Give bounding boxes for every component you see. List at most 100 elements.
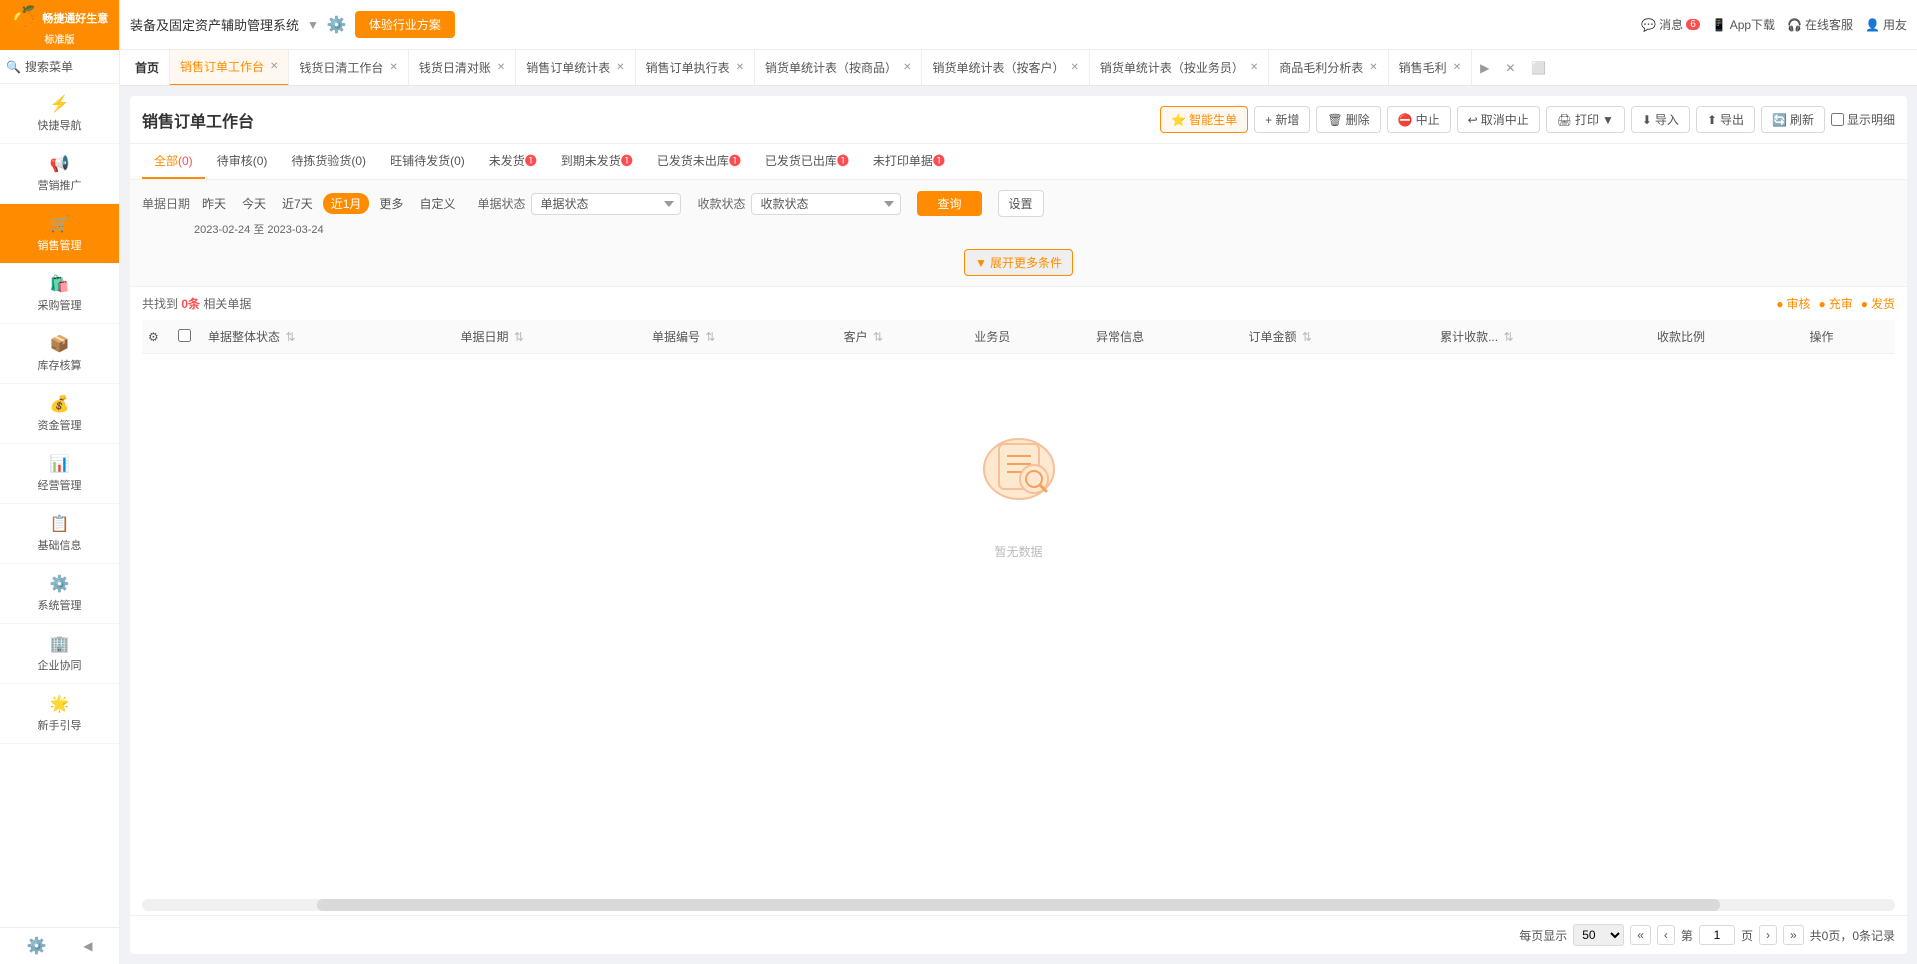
horizontal-scrollbar[interactable]	[142, 899, 1895, 911]
prev-page-btn[interactable]: ‹	[1657, 925, 1675, 945]
tab-more-btn[interactable]: ▶	[1472, 61, 1497, 75]
refresh-btn[interactable]: 🔄 刷新	[1761, 106, 1825, 133]
add-btn[interactable]: + 新增	[1254, 106, 1310, 133]
export-btn[interactable]: ⬆ 导出	[1696, 106, 1755, 133]
sidebar-item-marketing[interactable]: 📢 营销推广	[0, 144, 119, 204]
tab-close-sales-gross[interactable]: ✕	[1453, 62, 1461, 73]
subtab-pending-check[interactable]: 待拣货验货(0)	[279, 144, 378, 179]
tab-close-cash-reconcile[interactable]: ✕	[497, 62, 505, 73]
subtab-not-printed[interactable]: 未打印单据❶	[861, 144, 957, 179]
total-count: 0条	[181, 297, 200, 311]
tab-margin-analysis[interactable]: 商品毛利分析表 ✕	[1269, 50, 1388, 86]
subtab-all[interactable]: 全部(0)	[142, 144, 205, 179]
subtab-wangpu[interactable]: 旺铺待发货(0)	[378, 144, 477, 179]
smart-btn[interactable]: ⭐ 智能生单	[1160, 106, 1248, 133]
sidebar-item-basic[interactable]: 📋 基础信息	[0, 504, 119, 564]
sort-amount-icon[interactable]: ⇅	[1302, 330, 1312, 344]
sidebar-item-system[interactable]: ⚙️ 系统管理	[0, 564, 119, 624]
tab-close-sales-workorder[interactable]: ✕	[270, 61, 278, 72]
status-select[interactable]: 单据状态	[531, 193, 681, 215]
tab-home[interactable]: 首页	[125, 50, 170, 86]
th-settings[interactable]: ⚙	[142, 320, 172, 354]
stop-btn[interactable]: ⛔ 中止	[1387, 106, 1451, 133]
settings-icon[interactable]: ⚙️	[26, 936, 46, 956]
tab-close-sales-by-staff[interactable]: ✕	[1250, 62, 1258, 73]
tab-sales-by-customer[interactable]: 销货单统计表（按客户） ✕	[922, 50, 1089, 86]
ship-btn[interactable]: ● 发货	[1861, 295, 1895, 312]
tab-close-sales-by-product[interactable]: ✕	[903, 62, 911, 73]
subtab-pending-review[interactable]: 待审核(0)	[205, 144, 280, 179]
subtab-not-shipped[interactable]: 未发货❶	[477, 144, 549, 179]
cancel-stop-btn[interactable]: ↩ 取消中止	[1457, 106, 1540, 133]
per-page-select[interactable]: 50 10 20 100	[1573, 924, 1624, 946]
date-btn-yesterday[interactable]: 昨天	[196, 193, 232, 214]
tab-cash-reconcile[interactable]: 钱货日清对账 ✕	[409, 50, 516, 86]
date-btn-custom[interactable]: 自定义	[413, 193, 461, 214]
tab-sales-exec[interactable]: 销售订单执行表 ✕	[636, 50, 755, 86]
tab-close-sales-exec[interactable]: ✕	[736, 62, 744, 73]
message-btn[interactable]: 💬 消息 6	[1641, 16, 1700, 33]
sort-customer-icon[interactable]: ⇅	[873, 330, 883, 344]
sidebar-item-sales[interactable]: 🛒 销售管理	[0, 204, 119, 264]
sidebar-item-finance[interactable]: 💰 资金管理	[0, 384, 119, 444]
app-download-btn[interactable]: 📱 App下载	[1712, 16, 1775, 33]
user-btn[interactable]: 👤 用友	[1865, 16, 1907, 33]
tab-close-cash-daily[interactable]: ✕	[389, 62, 397, 73]
table-toolbar: 共找到 0条 相关单据 ● 审核 ● 充审	[142, 287, 1895, 320]
sidebar-item-newbie[interactable]: 🌟 新手引导	[0, 684, 119, 744]
date-btn-more[interactable]: 更多	[373, 193, 409, 214]
show-detail-input[interactable]	[1831, 113, 1844, 126]
tab-sales-workorder[interactable]: 销售订单工作台 ✕	[170, 50, 289, 86]
filter-row-1: 单据日期 昨天 今天 近7天 近1月 更多 自定义 单据状态	[142, 190, 1895, 217]
online-service-btn[interactable]: 🎧 在线客服	[1787, 16, 1853, 33]
gear-icon[interactable]: ⚙️	[327, 15, 347, 35]
subtab-shipped-not-out[interactable]: 已发货未出库❶	[645, 144, 753, 179]
subtab-shipped-out[interactable]: 已发货已出库❶	[753, 144, 861, 179]
sort-date-icon[interactable]: ⇅	[514, 330, 524, 344]
select-all-checkbox[interactable]	[178, 329, 191, 342]
first-page-btn[interactable]: «	[1630, 925, 1651, 945]
tab-close-sales-stats[interactable]: ✕	[616, 62, 624, 73]
page-input[interactable]	[1699, 925, 1735, 945]
sidebar-footer: ⚙️ ◀	[0, 927, 119, 964]
delete-btn[interactable]: 🗑 删除	[1316, 106, 1380, 133]
trial-btn[interactable]: 体验行业方案	[355, 11, 455, 38]
payment-select[interactable]: 收款状态	[751, 193, 901, 215]
query-btn[interactable]: 查询	[917, 191, 981, 216]
audit-btn[interactable]: ● 审核	[1776, 295, 1810, 312]
next-page-btn[interactable]: ›	[1759, 925, 1777, 945]
tab-close-sales-by-customer[interactable]: ✕	[1070, 62, 1078, 73]
date-btn-1month[interactable]: 近1月	[323, 193, 370, 214]
sidebar-search[interactable]: 🔍 搜索菜单	[0, 50, 119, 84]
sidebar-item-operations[interactable]: 📊 经营管理	[0, 444, 119, 504]
print-btn[interactable]: 🖨 打印 ▼	[1546, 106, 1625, 133]
tab-sales-by-staff[interactable]: 销货单统计表（按业务员） ✕	[1090, 50, 1269, 86]
sort-received-icon[interactable]: ⇅	[1503, 330, 1513, 344]
tab-cash-daily[interactable]: 钱货日清工作台 ✕	[289, 50, 408, 86]
tab-sales-gross[interactable]: 销售毛利 ✕	[1389, 50, 1472, 86]
settings-btn[interactable]: 设置	[998, 190, 1044, 217]
th-checkbox[interactable]	[172, 320, 202, 354]
tab-close-all[interactable]: ✕	[1497, 61, 1523, 75]
collapse-icon[interactable]: ◀	[83, 939, 92, 953]
subtab-overdue[interactable]: 到期未发货❶	[549, 144, 645, 179]
sidebar-item-inventory[interactable]: 📦 库存核算	[0, 324, 119, 384]
sidebar-item-purchase[interactable]: 🛍️ 采购管理	[0, 264, 119, 324]
dropdown-icon[interactable]: ▼	[307, 18, 319, 32]
revoke-btn[interactable]: ● 充审	[1818, 295, 1852, 312]
sort-number-icon[interactable]: ⇅	[705, 330, 715, 344]
last-page-btn[interactable]: »	[1783, 925, 1804, 945]
expand-conditions-btn[interactable]: ▼ 展开更多条件	[964, 249, 1073, 276]
date-btn-7days[interactable]: 近7天	[276, 193, 319, 214]
tab-maximize[interactable]: ⬜	[1523, 61, 1554, 75]
tab-sales-stats[interactable]: 销售订单统计表 ✕	[516, 50, 635, 86]
show-detail-checkbox[interactable]: 显示明细	[1831, 111, 1895, 128]
tab-close-margin-analysis[interactable]: ✕	[1369, 62, 1377, 73]
date-btn-today[interactable]: 今天	[236, 193, 272, 214]
sort-status-icon[interactable]: ⇅	[285, 330, 295, 344]
tab-sales-by-product[interactable]: 销货单统计表（按商品） ✕	[755, 50, 922, 86]
import-btn[interactable]: ⬇ 导入	[1631, 106, 1690, 133]
sidebar-item-quicknav[interactable]: ⚡ 快捷导航	[0, 84, 119, 144]
sidebar-item-enterprise[interactable]: 🏢 企业协同	[0, 624, 119, 684]
scroll-thumb[interactable]	[317, 899, 1719, 911]
